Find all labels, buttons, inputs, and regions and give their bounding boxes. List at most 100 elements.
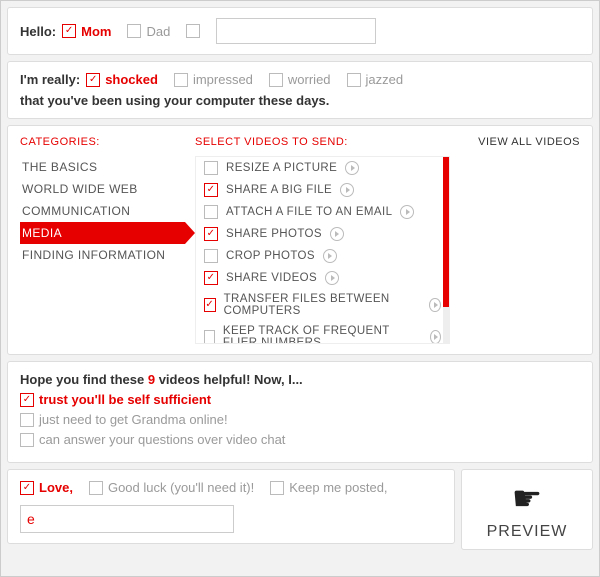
- play-icon[interactable]: [345, 161, 359, 175]
- checkbox-icon: [270, 481, 284, 495]
- video-item-label: CROP PHOTOS: [226, 250, 315, 262]
- checkbox-icon: ✓: [204, 183, 218, 197]
- video-item[interactable]: CROP PHOTOS: [196, 245, 449, 267]
- bottom-row: ✓ Love, Good luck (you'll need it)! Keep …: [7, 469, 593, 550]
- video-item[interactable]: KEEP TRACK OF FREQUENT FLIER NUMBERS: [196, 321, 449, 344]
- play-icon[interactable]: [325, 271, 339, 285]
- video-item-label: KEEP TRACK OF FREQUENT FLIER NUMBERS: [223, 325, 422, 344]
- checkbox-icon: [269, 73, 283, 87]
- hello-opt-dad[interactable]: Dad: [127, 24, 170, 39]
- video-item[interactable]: ✓ TRANSFER FILES BETWEEN COMPUTERS: [196, 289, 449, 321]
- checkbox-icon: ✓: [62, 24, 76, 38]
- category-item[interactable]: THE BASICS: [20, 156, 185, 178]
- video-item-label: ATTACH A FILE TO AN EMAIL: [226, 206, 392, 218]
- video-item-label: SHARE VIDEOS: [226, 272, 317, 284]
- checkbox-icon: [204, 161, 218, 175]
- hello-label: Hello:: [20, 24, 56, 39]
- videos-panel: CATEGORIES: THE BASICS WORLD WIDE WEB CO…: [7, 125, 593, 355]
- signoff-name-input[interactable]: [20, 505, 234, 533]
- preview-label: PREVIEW: [487, 523, 568, 541]
- checkbox-icon: [204, 205, 218, 219]
- viewall-column: VIEW ALL VIDEOS: [460, 136, 580, 344]
- hope-opt[interactable]: just need to get Grandma online!: [20, 412, 580, 427]
- really-opt-worried[interactable]: worried: [269, 72, 331, 87]
- category-item-active[interactable]: MEDIA: [20, 222, 185, 244]
- videos-column: SELECT VIDEOS TO SEND: RESIZE A PICTURE …: [195, 136, 450, 344]
- checkbox-icon: [127, 24, 141, 38]
- hope-opt[interactable]: ✓ trust you'll be self sufficient: [20, 392, 580, 407]
- play-icon[interactable]: [330, 227, 344, 241]
- video-item-label: SHARE PHOTOS: [226, 228, 322, 240]
- signoff-opt-love[interactable]: ✓ Love,: [20, 480, 73, 495]
- signoff-opt-label: Keep me posted,: [289, 480, 387, 495]
- video-item[interactable]: ✓ SHARE VIDEOS: [196, 267, 449, 289]
- checkbox-icon: [204, 330, 215, 344]
- hello-panel: Hello: ✓ Mom Dad: [7, 7, 593, 55]
- play-icon[interactable]: [400, 205, 414, 219]
- checkbox-icon: ✓: [86, 73, 100, 87]
- hope-opt-label: can answer your questions over video cha…: [39, 432, 285, 447]
- really-opt-label: jazzed: [366, 72, 404, 87]
- signoff-panel: ✓ Love, Good luck (you'll need it)! Keep …: [7, 469, 455, 544]
- really-opt-shocked[interactable]: ✓ shocked: [86, 72, 158, 87]
- hope-panel: Hope you find these 9 videos helpful! No…: [7, 361, 593, 463]
- category-item[interactable]: WORLD WIDE WEB: [20, 178, 185, 200]
- categories-column: CATEGORIES: THE BASICS WORLD WIDE WEB CO…: [20, 136, 185, 344]
- hope-count: 9: [148, 372, 155, 387]
- hello-opt-mom[interactable]: ✓ Mom: [62, 24, 111, 39]
- category-item[interactable]: COMMUNICATION: [20, 200, 185, 222]
- video-item[interactable]: ATTACH A FILE TO AN EMAIL: [196, 201, 449, 223]
- signoff-opt-keepposted[interactable]: Keep me posted,: [270, 480, 387, 495]
- hello-other-input[interactable]: [216, 18, 376, 44]
- hope-options: ✓ trust you'll be self sufficient just ne…: [20, 392, 580, 447]
- play-icon[interactable]: [429, 298, 441, 312]
- video-item[interactable]: ✓SHARE A BIG FILE: [196, 179, 449, 201]
- checkbox-icon: [186, 24, 200, 38]
- checkbox-icon: ✓: [20, 393, 34, 407]
- checkbox-icon: [89, 481, 103, 495]
- video-item[interactable]: RESIZE A PICTURE: [196, 157, 449, 179]
- checkbox-icon: [347, 73, 361, 87]
- hope-opt-label: trust you'll be self sufficient: [39, 392, 211, 407]
- hello-opt-label: Mom: [81, 24, 111, 39]
- video-item[interactable]: ✓ SHARE PHOTOS: [196, 223, 449, 245]
- checkbox-icon: [20, 413, 34, 427]
- checkbox-icon: [204, 249, 218, 263]
- play-icon[interactable]: [340, 183, 354, 197]
- video-item-label: RESIZE A PICTURE: [226, 162, 337, 174]
- hope-opt-label: just need to get Grandma online!: [39, 412, 228, 427]
- play-icon[interactable]: [323, 249, 337, 263]
- checkbox-icon: [20, 433, 34, 447]
- checkbox-icon: ✓: [204, 298, 216, 312]
- hello-opt-other[interactable]: [186, 24, 200, 38]
- play-icon[interactable]: [430, 330, 441, 344]
- scrollbar-track[interactable]: [443, 157, 449, 343]
- view-all-link[interactable]: VIEW ALL VIDEOS: [460, 136, 580, 148]
- really-opt-label: impressed: [193, 72, 253, 87]
- really-opt-label: shocked: [105, 72, 158, 87]
- checkbox-icon: ✓: [204, 227, 218, 241]
- signoff-opt-label: Love,: [39, 480, 73, 495]
- really-opt-jazzed[interactable]: jazzed: [347, 72, 404, 87]
- really-opt-label: worried: [288, 72, 331, 87]
- really-tail: that you've been using your computer the…: [20, 93, 580, 108]
- hope-pre: Hope you find these: [20, 372, 148, 387]
- checkbox-icon: ✓: [20, 481, 34, 495]
- scrollbar-thumb[interactable]: [443, 157, 449, 307]
- category-item[interactable]: FINDING INFORMATION: [20, 244, 185, 266]
- video-list: RESIZE A PICTURE ✓SHARE A BIG FILE ATTAC…: [195, 156, 450, 344]
- video-item-label: TRANSFER FILES BETWEEN COMPUTERS: [224, 293, 422, 317]
- checkbox-icon: [174, 73, 188, 87]
- checkbox-icon: ✓: [204, 271, 218, 285]
- categories-heading: CATEGORIES:: [20, 136, 185, 148]
- app-frame: Hello: ✓ Mom Dad I'm really: ✓ shocked: [0, 0, 600, 577]
- videos-heading: SELECT VIDEOS TO SEND:: [195, 136, 450, 148]
- pointing-hand-icon: ☛: [512, 479, 542, 519]
- signoff-opt-goodluck[interactable]: Good luck (you'll need it)!: [89, 480, 254, 495]
- really-panel: I'm really: ✓ shocked impressed worried …: [7, 61, 593, 119]
- hope-line: Hope you find these 9 videos helpful! No…: [20, 372, 580, 387]
- preview-button[interactable]: ☛ PREVIEW: [461, 469, 593, 550]
- hope-opt[interactable]: can answer your questions over video cha…: [20, 432, 580, 447]
- really-label: I'm really:: [20, 72, 80, 87]
- really-opt-impressed[interactable]: impressed: [174, 72, 253, 87]
